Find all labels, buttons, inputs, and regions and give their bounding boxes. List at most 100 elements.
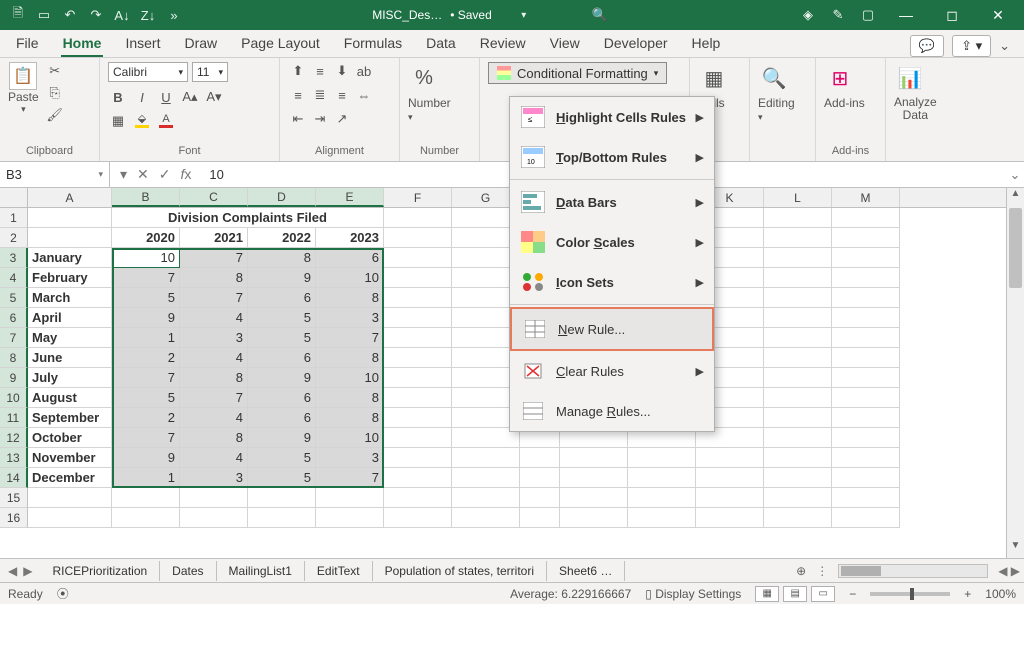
maximize-button[interactable]: ◻ [934,1,970,29]
cells-icon[interactable]: ▦ [698,62,730,94]
title-dropdown-icon[interactable]: ▾ [514,5,534,25]
underline-button[interactable]: U [156,88,176,106]
cf-color-scales[interactable]: Color Scales ▶ [510,222,714,262]
indent-dec-icon[interactable]: ⇤ [288,110,308,128]
font-shrink-icon[interactable]: A▾ [204,88,224,106]
sort-asc-icon[interactable]: A↓ [112,5,132,25]
sheet-nav-next-icon[interactable]: ▶ [23,564,32,578]
sheet-tab[interactable]: MailingList1 [217,561,305,581]
zoom-slider[interactable] [870,592,950,596]
align-left-icon[interactable]: ≡ [288,86,308,104]
fx-icon[interactable]: fx [181,166,192,183]
font-size-select[interactable]: 11▾ [192,62,228,82]
sheet-nav-prev-icon[interactable]: ◀ [8,564,17,578]
orientation-icon[interactable]: ↗ [332,110,352,128]
analyze-icon[interactable]: 📊 [894,62,926,94]
alignment-group-label: Alignment [288,143,391,159]
name-box[interactable]: B3▾ [0,162,110,187]
fbar-dropdown-icon[interactable]: ▾ [120,166,127,183]
tab-formulas[interactable]: Formulas [342,31,404,57]
tab-page-layout[interactable]: Page Layout [239,31,322,57]
window-icon[interactable]: ▢ [858,5,878,25]
new-file-icon[interactable]: 🗎 [8,5,28,25]
add-sheet-button[interactable]: ⊕ [790,561,812,581]
copy-icon[interactable]: ⎘ [45,84,65,102]
page-break-view-button[interactable]: ▭ [811,586,835,602]
wrap-text-icon[interactable]: ab [354,62,374,80]
enter-icon[interactable]: ✓ [159,166,171,183]
conditional-formatting-button[interactable]: Conditional Formatting ▾ [488,62,667,84]
redo-icon[interactable]: ↷ [86,5,106,25]
cf-highlight-cells[interactable]: ≤ HHighlight Cells Rulesighlight Cells R… [510,97,714,137]
number-format-icon[interactable]: % [408,62,440,94]
paste-button[interactable]: 📋 Paste ▾ [8,62,39,115]
tab-data[interactable]: Data [424,31,458,57]
macro-record-icon[interactable]: ⦿ [57,585,69,602]
display-settings-button[interactable]: ▯ Display Settings [645,587,741,601]
tab-home[interactable]: Home [61,31,104,57]
zoom-in-button[interactable]: + [964,587,971,601]
cf-manage-rules[interactable]: Manage Rules... [510,391,714,431]
font-name-select[interactable]: Calibri▾ [108,62,188,82]
sort-desc-icon[interactable]: Z↓ [138,5,158,25]
align-bottom-icon[interactable]: ⬇ [332,62,352,80]
qat-more-icon[interactable]: » [164,5,184,25]
format-painter-icon[interactable]: 🖌 [45,106,65,124]
search-icon[interactable]: 🔍 [590,5,610,25]
vertical-scrollbar[interactable]: ▲ ▼ [1006,188,1024,558]
addins-icon[interactable]: ⊞ [824,62,856,94]
sheet-tab[interactable]: RICEPrioritization [40,561,160,581]
tab-file[interactable]: File [14,31,41,57]
editing-icon[interactable]: 🔍 [758,62,790,94]
sheet-tab[interactable]: Population of states, territori [373,561,547,581]
italic-button[interactable]: I [132,88,152,106]
wand-icon[interactable]: ✎ [828,5,848,25]
collapse-ribbon-icon[interactable]: ⌄ [999,38,1010,54]
align-top-icon[interactable]: ⬆ [288,62,308,80]
align-right-icon[interactable]: ≡ [332,86,352,104]
sheet-tab[interactable]: Sheet6 … [547,561,625,581]
cut-icon[interactable]: ✂ [45,62,65,80]
tab-draw[interactable]: Draw [182,31,219,57]
bold-button[interactable]: B [108,88,128,106]
diamond-icon[interactable]: ◈ [798,5,818,25]
cf-top-bottom[interactable]: 10 Top/Bottom Rules ▶ [510,137,714,177]
tab-developer[interactable]: Developer [602,31,670,57]
align-center-icon[interactable]: ≣ [310,86,330,104]
cf-new-rule[interactable]: New Rule... [510,307,714,351]
tab-insert[interactable]: Insert [123,31,162,57]
status-average: Average: 6.229166667 [510,587,631,601]
merge-icon[interactable]: ⇔ [354,86,374,104]
comments-button[interactable]: 💬 [910,35,944,57]
cf-data-bars[interactable]: Data Bars ▶ [510,182,714,222]
cf-clear-rules[interactable]: Clear Rules ▶ [510,351,714,391]
cancel-icon[interactable]: ✕ [137,166,149,183]
analyze-label: Analyze Data [894,96,937,122]
cf-icon-sets[interactable]: Icon Sets ▶ [510,262,714,302]
zoom-level[interactable]: 100% [985,587,1016,601]
close-button[interactable]: ✕ [980,1,1016,29]
align-middle-icon[interactable]: ≡ [310,62,330,80]
open-file-icon[interactable]: ▭ [34,5,54,25]
font-color-button[interactable]: A [156,112,176,130]
border-button[interactable]: ▦ [108,112,128,130]
indent-inc-icon[interactable]: ⇥ [310,110,330,128]
tab-help[interactable]: Help [690,31,723,57]
expand-formula-icon[interactable]: ⌄ [1006,167,1024,183]
minimize-button[interactable]: — [888,1,924,29]
font-grow-icon[interactable]: A▴ [180,88,200,106]
sheet-tab[interactable]: Dates [160,561,216,581]
fill-color-button[interactable]: ⬙ [132,112,152,130]
horizontal-scrollbar[interactable] [838,564,988,578]
tab-review[interactable]: Review [478,31,528,57]
normal-view-button[interactable]: ▦ [755,586,779,602]
clipboard-group-label: Clipboard [8,143,91,159]
undo-icon[interactable]: ↶ [60,5,80,25]
tab-view[interactable]: View [548,31,582,57]
share-button[interactable]: ⇪ ▾ [952,35,991,57]
ribbon-tabs: File Home Insert Draw Page Layout Formul… [0,30,1024,58]
zoom-out-button[interactable]: − [849,587,856,601]
quick-access-toolbar: 🗎 ▭ ↶ ↷ A↓ Z↓ » [8,5,184,25]
page-layout-view-button[interactable]: ▤ [783,586,807,602]
sheet-tab[interactable]: EditText [305,561,373,581]
